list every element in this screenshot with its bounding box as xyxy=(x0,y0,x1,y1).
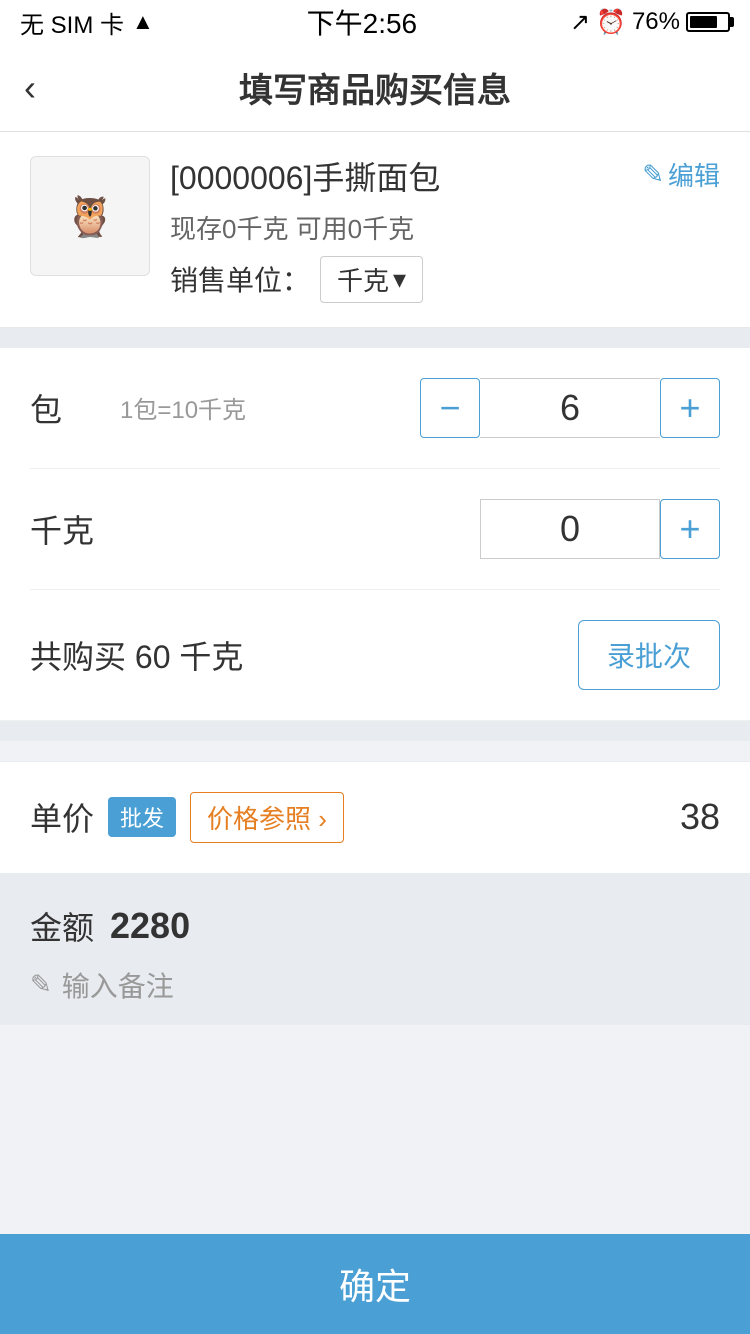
remark-placeholder: 输入备注 xyxy=(62,965,174,1005)
alarm-icon: ⏰ xyxy=(596,8,626,37)
price-reference-button[interactable]: 价格参照 › xyxy=(190,792,344,843)
unit-select[interactable]: 千克 ▾ xyxy=(320,256,423,303)
kg-increment-button[interactable]: + xyxy=(660,499,720,559)
status-time: 下午2:56 xyxy=(307,2,418,42)
product-logo-icon: 🦉 xyxy=(65,193,115,240)
chevron-down-icon: ▾ xyxy=(393,264,406,295)
edit-icon: ✎ xyxy=(642,159,664,190)
product-info: [0000006]手撕面包 ✎ 编辑 现存0千克 可用0千克 销售单位： 千克 … xyxy=(170,156,720,303)
price-section: 单价 批发 价格参照 › 38 xyxy=(0,761,750,873)
kg-label: 千克 xyxy=(30,506,110,552)
bag-decrement-button[interactable]: − xyxy=(420,378,480,438)
confirm-button[interactable]: 确定 xyxy=(0,1234,750,1334)
status-bar: 无 SIM 卡 ▲ 下午2:56 ↗ ⏰ 76% xyxy=(0,0,750,44)
divider-2 xyxy=(0,721,750,741)
product-stock: 现存0千克 可用0千克 xyxy=(170,209,720,246)
product-unit-row: 销售单位： 千克 ▾ xyxy=(170,256,720,303)
battery-icon xyxy=(686,12,730,32)
kg-controls: + xyxy=(480,499,720,559)
status-right: ↗ ⏰ 76% xyxy=(570,8,730,37)
amount-value: 2280 xyxy=(110,905,190,947)
quantity-section: 包 1包=10千克 − + 千克 + xyxy=(0,348,750,590)
bag-hint: 1包=10千克 xyxy=(120,390,420,425)
wifi-icon: ▲ xyxy=(132,9,154,35)
amount-row: 金额 2280 xyxy=(30,903,720,949)
nav-bar: ‹ 填写商品购买信息 xyxy=(0,44,750,132)
price-label: 单价 xyxy=(30,794,94,840)
edit-button[interactable]: ✎ 编辑 xyxy=(642,156,720,193)
amount-section: 金额 2280 ✎ 输入备注 xyxy=(0,873,750,1025)
unit-value: 千克 xyxy=(337,261,389,298)
unit-label: 销售单位： xyxy=(170,259,310,299)
bag-quantity-input[interactable] xyxy=(480,378,660,438)
bag-controls: − + xyxy=(420,378,720,438)
divider-1 xyxy=(0,328,750,348)
kg-row: 千克 + xyxy=(30,469,720,590)
product-name: [0000006]手撕面包 xyxy=(170,156,440,201)
status-left: 无 SIM 卡 ▲ xyxy=(20,5,154,40)
total-row: 共购买 60 千克 录批次 xyxy=(0,590,750,721)
back-button[interactable]: ‹ xyxy=(24,67,36,109)
battery-fill xyxy=(690,16,717,28)
batch-tag: 批发 xyxy=(108,797,176,837)
bag-label: 包 xyxy=(30,385,110,431)
record-batch-button[interactable]: 录批次 xyxy=(578,620,720,690)
price-value: 38 xyxy=(680,796,720,838)
kg-quantity-input[interactable] xyxy=(480,499,660,559)
total-label: 共购买 60 千克 xyxy=(30,632,243,678)
pencil-icon: ✎ xyxy=(30,969,52,1000)
carrier-label: 无 SIM 卡 xyxy=(20,5,124,40)
product-header-row: [0000006]手撕面包 ✎ 编辑 xyxy=(170,156,720,201)
location-icon: ↗ xyxy=(570,8,590,37)
product-image: 🦉 xyxy=(30,156,150,276)
remark-row[interactable]: ✎ 输入备注 xyxy=(30,965,720,1005)
battery-percent: 76% xyxy=(632,8,680,36)
bag-row: 包 1包=10千克 − + xyxy=(30,348,720,469)
bag-increment-button[interactable]: + xyxy=(660,378,720,438)
product-card: 🦉 [0000006]手撕面包 ✎ 编辑 现存0千克 可用0千克 销售单位： 千… xyxy=(0,132,750,328)
price-row: 单价 批发 价格参照 › 38 xyxy=(30,792,720,843)
amount-label: 金额 xyxy=(30,903,94,949)
page-title: 填写商品购买信息 xyxy=(239,63,511,112)
edit-label: 编辑 xyxy=(668,156,720,193)
